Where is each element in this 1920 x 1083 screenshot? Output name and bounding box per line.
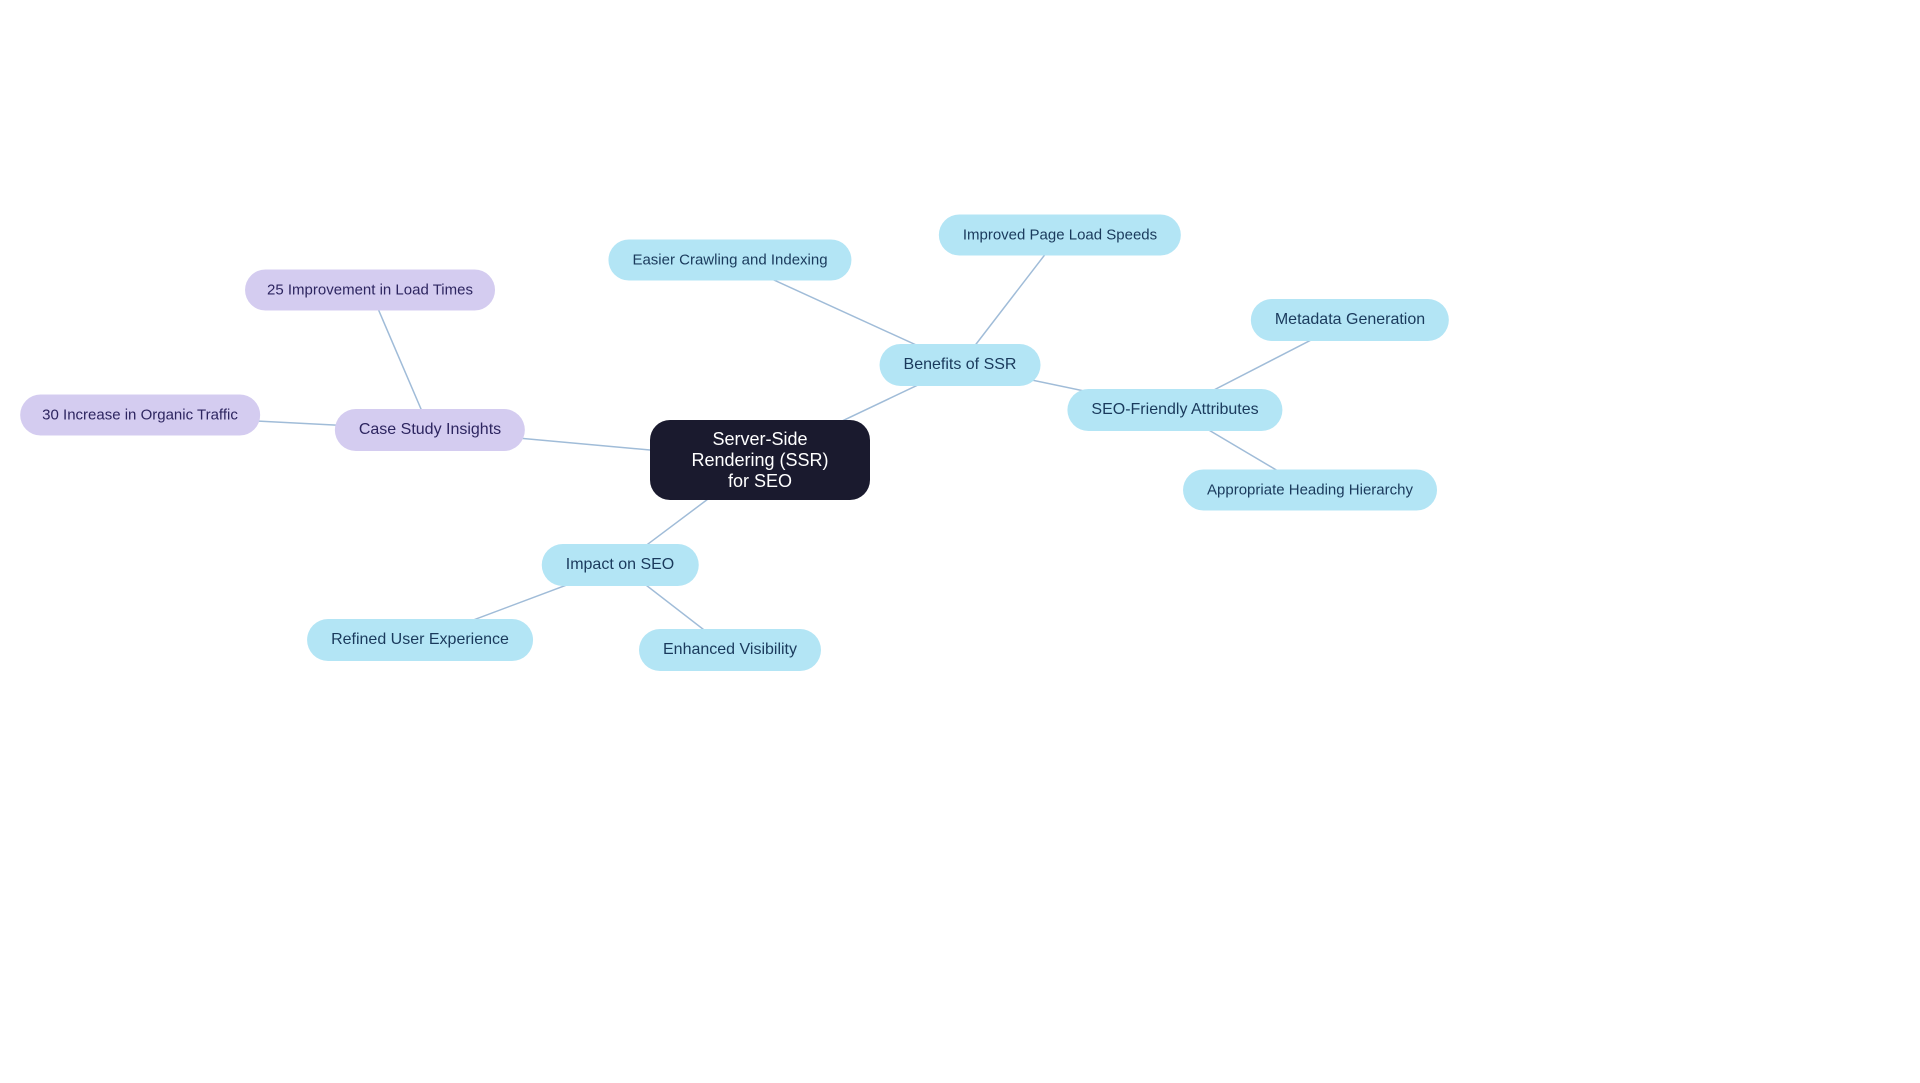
node-crawling[interactable]: Easier Crawling and Indexing: [608, 240, 851, 281]
node-label-user-exp: Refined User Experience: [331, 631, 509, 649]
node-organic-traffic[interactable]: 30 Increase in Organic Traffic: [20, 395, 260, 436]
node-label-metadata: Metadata Generation: [1275, 311, 1425, 329]
node-label-heading: Appropriate Heading Hierarchy: [1207, 482, 1413, 499]
node-label-page-load: Improved Page Load Speeds: [963, 227, 1157, 244]
node-label-organic-traffic: 30 Increase in Organic Traffic: [42, 407, 238, 424]
node-case-study[interactable]: Case Study Insights: [335, 409, 525, 451]
node-metadata[interactable]: Metadata Generation: [1251, 299, 1449, 341]
center-node[interactable]: Server-Side Rendering (SSR)for SEO: [650, 420, 870, 500]
node-label-visibility: Enhanced Visibility: [663, 641, 797, 659]
node-seo-friendly[interactable]: SEO-Friendly Attributes: [1067, 389, 1282, 431]
node-load-times[interactable]: 25 Improvement in Load Times: [245, 270, 495, 311]
node-impact[interactable]: Impact on SEO: [542, 544, 699, 586]
node-label-benefits-ssr: Benefits of SSR: [904, 356, 1017, 374]
node-label-seo-friendly: SEO-Friendly Attributes: [1091, 401, 1258, 419]
node-label-case-study: Case Study Insights: [359, 421, 501, 439]
node-page-load[interactable]: Improved Page Load Speeds: [939, 215, 1181, 256]
connection-lines: [0, 0, 1920, 1083]
node-visibility[interactable]: Enhanced Visibility: [639, 629, 821, 671]
node-heading[interactable]: Appropriate Heading Hierarchy: [1183, 470, 1437, 511]
node-label-load-times: 25 Improvement in Load Times: [267, 282, 473, 299]
node-benefits-ssr[interactable]: Benefits of SSR: [880, 344, 1041, 386]
node-user-exp[interactable]: Refined User Experience: [307, 619, 533, 661]
node-label-crawling: Easier Crawling and Indexing: [632, 252, 827, 269]
center-label: Server-Side Rendering (SSR)for SEO: [674, 429, 846, 492]
node-label-impact: Impact on SEO: [566, 556, 675, 574]
mindmap-canvas: Server-Side Rendering (SSR)for SEO Case …: [0, 0, 1920, 1083]
